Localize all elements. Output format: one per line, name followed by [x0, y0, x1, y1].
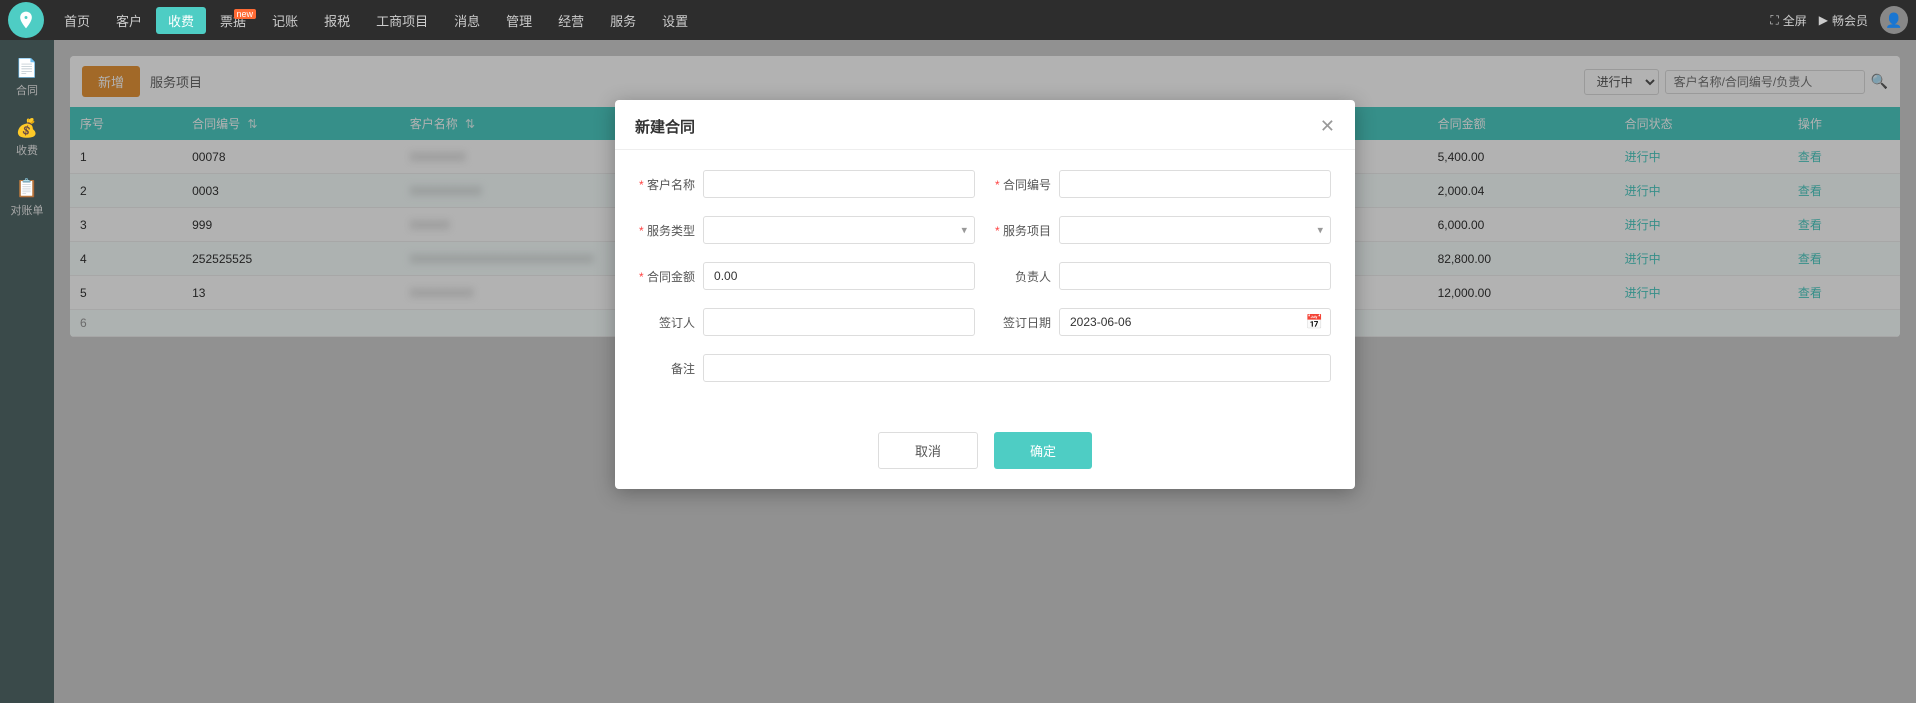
nav-settings[interactable]: 设置 — [650, 7, 700, 34]
form-row-4: 签订人 签订日期 2023-06-06 📅 — [639, 308, 1331, 336]
member-button[interactable]: ▶ 畅会员 — [1819, 12, 1868, 29]
service-item-select[interactable] — [1059, 216, 1331, 244]
form-row-2: 服务类型 服务项目 — [639, 216, 1331, 244]
service-type-select[interactable] — [703, 216, 975, 244]
signer-group: 签订人 — [639, 308, 975, 336]
contract-icon: 📄 — [16, 58, 38, 79]
modal-close-button[interactable]: ✕ — [1320, 116, 1335, 137]
nav-manage[interactable]: 管理 — [494, 7, 544, 34]
modal-footer: 取消 确定 — [615, 420, 1355, 489]
service-type-label: 服务类型 — [639, 222, 695, 239]
service-item-label: 服务项目 — [995, 222, 1051, 239]
nav-accounting[interactable]: 记账 — [260, 7, 310, 34]
fullscreen-button[interactable]: ⛶ 全屏 — [1770, 12, 1806, 29]
main-layout: 📄 合同 💰 收费 📋 对账单 新增 服务项目 进行中 已完成 已终止 — [0, 40, 1916, 703]
form-row-3: 合同金额 0.00 负责人 — [639, 262, 1331, 290]
form-row-1: 客户名称 合同编号 — [639, 170, 1331, 198]
app-logo[interactable] — [8, 2, 44, 38]
signer-label: 签订人 — [639, 314, 695, 331]
signer-input[interactable] — [703, 308, 975, 336]
content-area: 新增 服务项目 进行中 已完成 已终止 🔍 序号 合同编 — [54, 40, 1916, 703]
nav-invoice[interactable]: 票据 new — [208, 7, 258, 34]
nav-right: ⛶ 全屏 ▶ 畅会员 👤 — [1770, 6, 1908, 34]
service-item-group: 服务项目 — [995, 216, 1331, 244]
contract-amount-label: 合同金额 — [639, 268, 695, 285]
nav-tax[interactable]: 报税 — [312, 7, 362, 34]
nav-items: 首页 客户 收费 票据 new 记账 报税 工商项目 消息 管理 经营 服务 设… — [52, 7, 1770, 34]
nav-home[interactable]: 首页 — [52, 7, 102, 34]
sidebar-item-contract[interactable]: 📄 合同 — [0, 50, 54, 106]
responsible-label: 负责人 — [995, 268, 1051, 285]
new-contract-modal: 新建合同 ✕ 客户名称 合同编号 — [615, 100, 1355, 489]
customer-name-input[interactable] — [703, 170, 975, 198]
new-badge: new — [234, 9, 257, 19]
play-icon: ▶ — [1819, 13, 1828, 27]
top-nav: 首页 客户 收费 票据 new 记账 报税 工商项目 消息 管理 经营 服务 设… — [0, 0, 1916, 40]
customer-name-group: 客户名称 — [639, 170, 975, 198]
sign-date-input[interactable]: 2023-06-06 — [1059, 308, 1331, 336]
contract-no-label: 合同编号 — [995, 176, 1051, 193]
cancel-button[interactable]: 取消 — [878, 432, 978, 469]
sign-date-group: 签订日期 2023-06-06 📅 — [995, 308, 1331, 336]
nav-message[interactable]: 消息 — [442, 7, 492, 34]
service-item-select-wrapper — [1059, 216, 1331, 244]
left-sidebar: 📄 合同 💰 收费 📋 对账单 — [0, 40, 54, 703]
billing-icon: 💰 — [16, 118, 38, 139]
contract-amount-group: 合同金额 0.00 — [639, 262, 975, 290]
confirm-button[interactable]: 确定 — [994, 432, 1092, 469]
nav-operation[interactable]: 经营 — [546, 7, 596, 34]
remark-group: 备注 — [639, 354, 1331, 382]
modal-title: 新建合同 — [635, 116, 695, 137]
nav-service[interactable]: 服务 — [598, 7, 648, 34]
modal-body: 客户名称 合同编号 服务类型 — [615, 150, 1355, 420]
sidebar-item-statement[interactable]: 📋 对账单 — [0, 170, 54, 226]
contract-no-input[interactable] — [1059, 170, 1331, 198]
nav-business[interactable]: 工商项目 — [364, 7, 440, 34]
statement-icon: 📋 — [16, 178, 38, 199]
sidebar-item-billing[interactable]: 💰 收费 — [0, 110, 54, 166]
sign-date-label: 签订日期 — [995, 314, 1051, 331]
modal-overlay: 新建合同 ✕ 客户名称 合同编号 — [54, 40, 1916, 703]
sign-date-wrapper: 2023-06-06 📅 — [1059, 308, 1331, 336]
responsible-input[interactable] — [1059, 262, 1331, 290]
modal-header: 新建合同 ✕ — [615, 100, 1355, 150]
fullscreen-icon: ⛶ — [1770, 13, 1778, 28]
service-type-select-wrapper — [703, 216, 975, 244]
contract-no-group: 合同编号 — [995, 170, 1331, 198]
responsible-group: 负责人 — [995, 262, 1331, 290]
customer-name-label: 客户名称 — [639, 176, 695, 193]
form-row-5: 备注 — [639, 354, 1331, 382]
remark-label: 备注 — [639, 360, 695, 377]
remark-input[interactable] — [703, 354, 1331, 382]
nav-customer[interactable]: 客户 — [104, 7, 154, 34]
contract-amount-input[interactable]: 0.00 — [703, 262, 975, 290]
avatar[interactable]: 👤 — [1880, 6, 1908, 34]
nav-billing[interactable]: 收费 — [156, 7, 206, 34]
service-type-group: 服务类型 — [639, 216, 975, 244]
